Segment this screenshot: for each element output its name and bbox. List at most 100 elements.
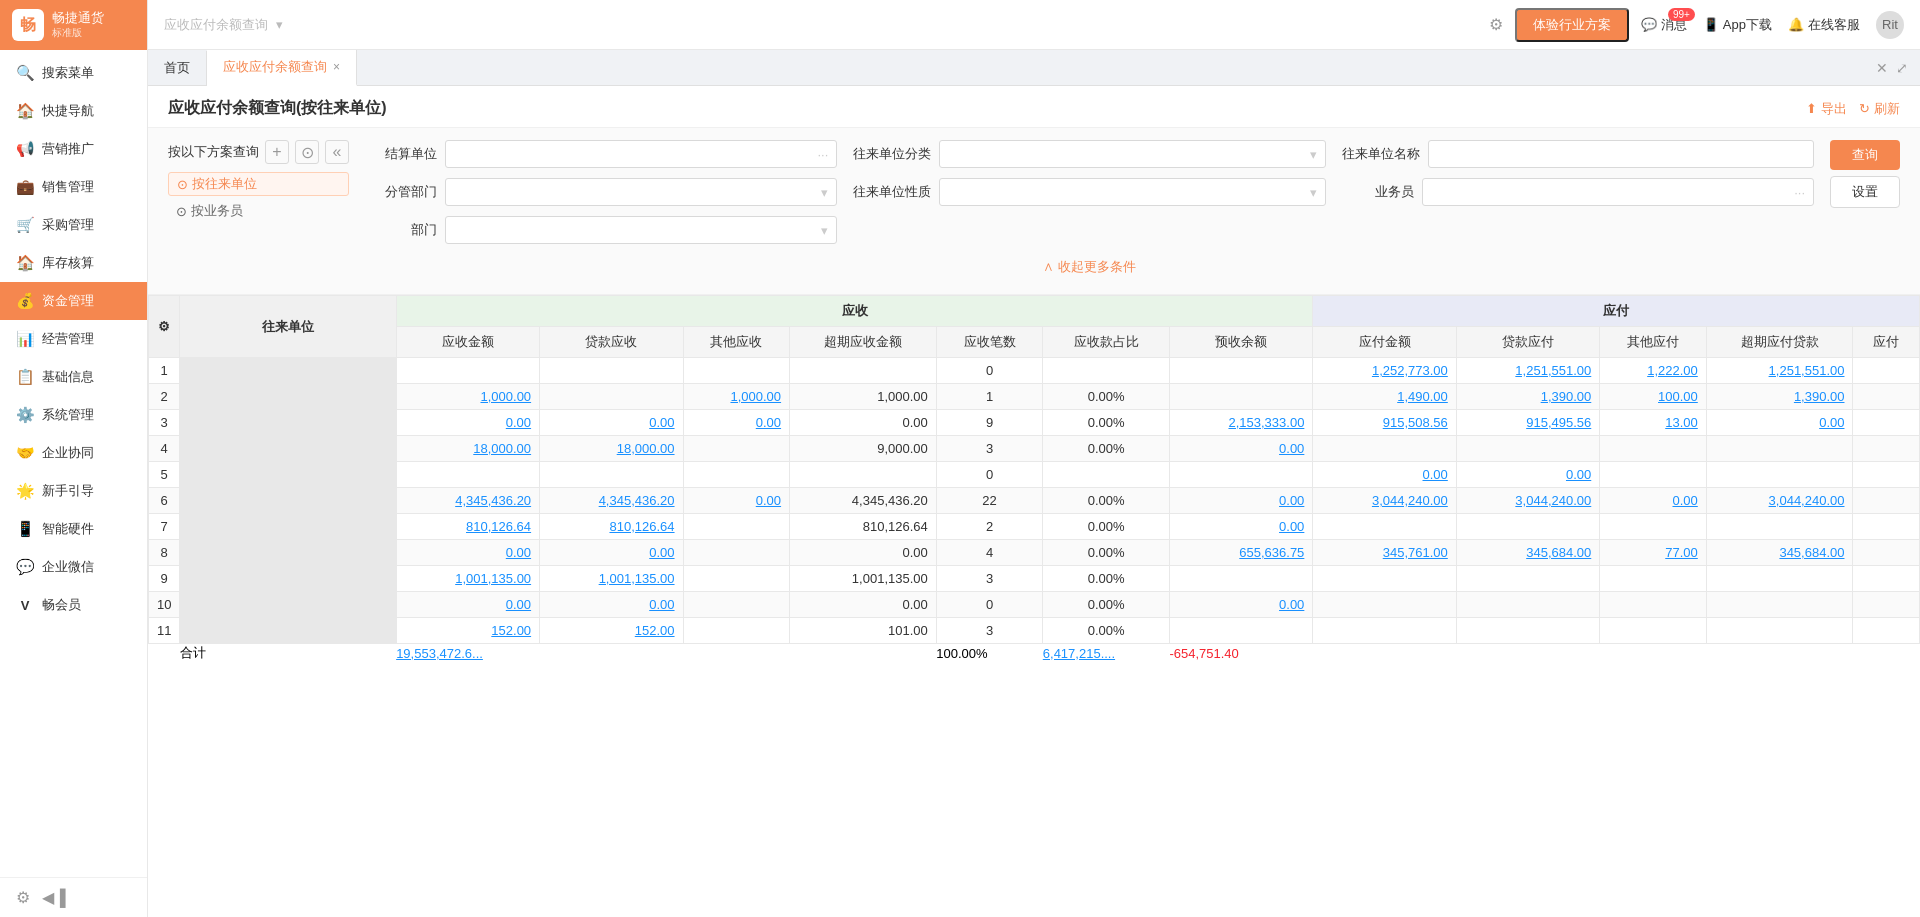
tab-controls: ✕ ⤢ bbox=[1864, 60, 1920, 76]
filter-area: 按以下方案查询 + ⊙ « ⊙ 按往来单位 ⊙ 按业务员 bbox=[148, 128, 1920, 295]
warehouse-icon: 🏠 bbox=[16, 254, 34, 272]
setting-button[interactable]: 设置 bbox=[1830, 176, 1900, 208]
partner-cell bbox=[180, 514, 396, 540]
settlement-unit-input[interactable]: ··· bbox=[445, 140, 837, 168]
table-row: 21,000.001,000.001,000.0010.00%1,490.001… bbox=[149, 384, 1920, 410]
col-prepay: 预收余额 bbox=[1169, 327, 1312, 358]
sidebar-item-hardware[interactable]: 📱 智能硬件 bbox=[0, 510, 147, 548]
sidebar-item-ops[interactable]: 📊 经营管理 bbox=[0, 320, 147, 358]
chevron-down-icon: ▾ bbox=[276, 17, 283, 32]
sidebar-item-basic[interactable]: 📋 基础信息 bbox=[0, 358, 147, 396]
user-avatar[interactable]: Rit bbox=[1876, 11, 1904, 39]
table-settings-col[interactable]: ⚙ bbox=[149, 296, 180, 358]
finance-icon: 💰 bbox=[16, 292, 34, 310]
sidebar-item-purchase[interactable]: 🛒 采购管理 bbox=[0, 206, 147, 244]
main-content: 应收应付余额查询 ▾ ⚙ 体验行业方案 💬 消息 99+ 📱 App下载 🔔 在… bbox=[148, 0, 1920, 917]
table-row: 30.000.000.000.0090.00%2,153,333.00915,5… bbox=[149, 410, 1920, 436]
footer-empty-3 bbox=[683, 644, 790, 663]
sidebar-item-vip[interactable]: V 畅会员 bbox=[0, 586, 147, 624]
promo-button[interactable]: 体验行业方案 bbox=[1515, 8, 1629, 42]
partner-cell bbox=[180, 436, 396, 462]
footer-empty-8 bbox=[1706, 644, 1853, 663]
online-service-button[interactable]: 🔔 在线客服 bbox=[1788, 16, 1860, 34]
sidebar-item-collab[interactable]: 🤝 企业协同 bbox=[0, 434, 147, 472]
breadcrumb: 应收应付余额查询 ▾ bbox=[164, 16, 1477, 34]
ops-icon: 📊 bbox=[16, 330, 34, 348]
scheme-collapse-button[interactable]: « bbox=[325, 140, 349, 164]
sidebar-item-search-menu[interactable]: 🔍 搜索菜单 bbox=[0, 54, 147, 92]
refresh-button[interactable]: ↻ 刷新 bbox=[1859, 100, 1900, 118]
sidebar-item-newbie[interactable]: 🌟 新手引导 bbox=[0, 472, 147, 510]
partner-cell bbox=[180, 384, 396, 410]
page-actions: ⬆ 导出 ↻ 刷新 bbox=[1806, 100, 1900, 118]
branch-dept-input[interactable]: ▾ bbox=[445, 178, 837, 206]
filter-fields: 结算单位 ··· 往来单位分类 ▾ bbox=[365, 140, 1814, 282]
sidebar-item-sales[interactable]: 💼 销售管理 bbox=[0, 168, 147, 206]
col-ar-loan: 贷款应收 bbox=[540, 327, 683, 358]
dept-input[interactable]: ▾ bbox=[445, 216, 837, 244]
filter-scheme-label: 按以下方案查询 bbox=[168, 143, 259, 161]
collapse-icon: ∧ bbox=[1043, 259, 1054, 274]
close-window-icon[interactable]: ✕ bbox=[1876, 60, 1888, 76]
partner-cell bbox=[180, 566, 396, 592]
partner-category-input[interactable]: ▾ bbox=[939, 140, 1325, 168]
table-row: 7810,126.64810,126.64810,126.6420.00%0.0… bbox=[149, 514, 1920, 540]
sidebar-item-quick-nav[interactable]: 🏠 快捷导航 bbox=[0, 92, 147, 130]
add-scheme-button[interactable]: + bbox=[265, 140, 289, 164]
partner-nature-input[interactable]: ▾ bbox=[939, 178, 1325, 206]
col-ap-overdue-loan: 超期应付贷款 bbox=[1706, 327, 1853, 358]
topbar-right: 💬 消息 99+ 📱 App下载 🔔 在线客服 Rit bbox=[1641, 11, 1904, 39]
tabs-bar: 首页 应收应付余额查询 × ✕ ⤢ bbox=[148, 50, 1920, 86]
newbie-icon: 🌟 bbox=[16, 482, 34, 500]
tab-ar-ap-query[interactable]: 应收应付余额查询 × bbox=[207, 50, 357, 86]
footer-empty-7 bbox=[1600, 644, 1707, 663]
partner-cell bbox=[180, 592, 396, 618]
sidebar-item-finance[interactable]: 💰 资金管理 bbox=[0, 282, 147, 320]
refresh-icon: ↻ bbox=[1859, 101, 1870, 116]
system-icon: ⚙️ bbox=[16, 406, 34, 424]
maximize-icon[interactable]: ⤢ bbox=[1896, 60, 1908, 76]
notification-button[interactable]: 💬 消息 99+ bbox=[1641, 16, 1687, 34]
query-button[interactable]: 查询 bbox=[1830, 140, 1900, 170]
footer-ar-ratio-total: 100.00% bbox=[936, 644, 1043, 663]
sidebar-footer: ⚙ ◀▐ bbox=[0, 877, 147, 917]
logo-text: 畅捷通货 标准版 bbox=[52, 10, 104, 40]
quick-nav-icon: 🏠 bbox=[16, 102, 34, 120]
filter-dept: 部门 ▾ bbox=[365, 216, 837, 244]
sidebar-item-marketing[interactable]: 📢 营销推广 bbox=[0, 130, 147, 168]
gear-icon[interactable]: ⚙ bbox=[1489, 15, 1503, 34]
partner-cell bbox=[180, 488, 396, 514]
collapse-sidebar-icon[interactable]: ◀▐ bbox=[42, 888, 65, 907]
sidebar-item-warehouse[interactable]: 🏠 库存核算 bbox=[0, 244, 147, 282]
partner-name-input[interactable] bbox=[1428, 140, 1814, 168]
breadcrumb-text: 应收应付余额查询 bbox=[164, 16, 268, 34]
filter-settlement-unit: 结算单位 ··· bbox=[365, 140, 837, 168]
scheme-settings-button[interactable]: ⊙ bbox=[295, 140, 319, 164]
footer-empty-6 bbox=[1456, 644, 1599, 663]
col-ar-ratio: 应收款占比 bbox=[1043, 327, 1170, 358]
avatar: Rit bbox=[1876, 11, 1904, 39]
table-row: 101,252,773.001,251,551.001,222.001,251,… bbox=[149, 358, 1920, 384]
partner-cell bbox=[180, 410, 396, 436]
app-download-button[interactable]: 📱 App下载 bbox=[1703, 16, 1772, 34]
filter-collapse-button[interactable]: ∧ 收起更多条件 bbox=[365, 252, 1814, 282]
sidebar-item-wechat[interactable]: 💬 企业微信 bbox=[0, 548, 147, 586]
table-row: 64,345,436.204,345,436.200.004,345,436.2… bbox=[149, 488, 1920, 514]
scheme-by-partner[interactable]: ⊙ 按往来单位 bbox=[168, 172, 349, 196]
topbar: 应收应付余额查询 ▾ ⚙ 体验行业方案 💬 消息 99+ 📱 App下载 🔔 在… bbox=[148, 0, 1920, 50]
settings-footer-icon[interactable]: ⚙ bbox=[16, 888, 30, 907]
export-button[interactable]: ⬆ 导出 bbox=[1806, 100, 1847, 118]
tab-close-icon[interactable]: × bbox=[333, 60, 340, 74]
collab-icon: 🤝 bbox=[16, 444, 34, 462]
table-row: 11152.00152.00101.0030.00% bbox=[149, 618, 1920, 644]
sidebar-item-system[interactable]: ⚙️ 系统管理 bbox=[0, 396, 147, 434]
ar-ap-table: ⚙ 往来单位 应收 应付 应收金额 贷款应收 其他应收 超期应收金额 应收笔数 … bbox=[148, 295, 1920, 662]
payable-group-header: 应付 bbox=[1313, 296, 1920, 327]
purchase-icon: 🛒 bbox=[16, 216, 34, 234]
tab-home[interactable]: 首页 bbox=[148, 51, 207, 85]
footer-empty-5 bbox=[1313, 644, 1456, 663]
col-ar-overdue: 超期应收金额 bbox=[790, 327, 937, 358]
salesperson-input[interactable]: ··· bbox=[1422, 178, 1814, 206]
scheme-by-salesperson[interactable]: ⊙ 按业务员 bbox=[168, 200, 349, 222]
col-ap-extra: 应付 bbox=[1853, 327, 1920, 358]
